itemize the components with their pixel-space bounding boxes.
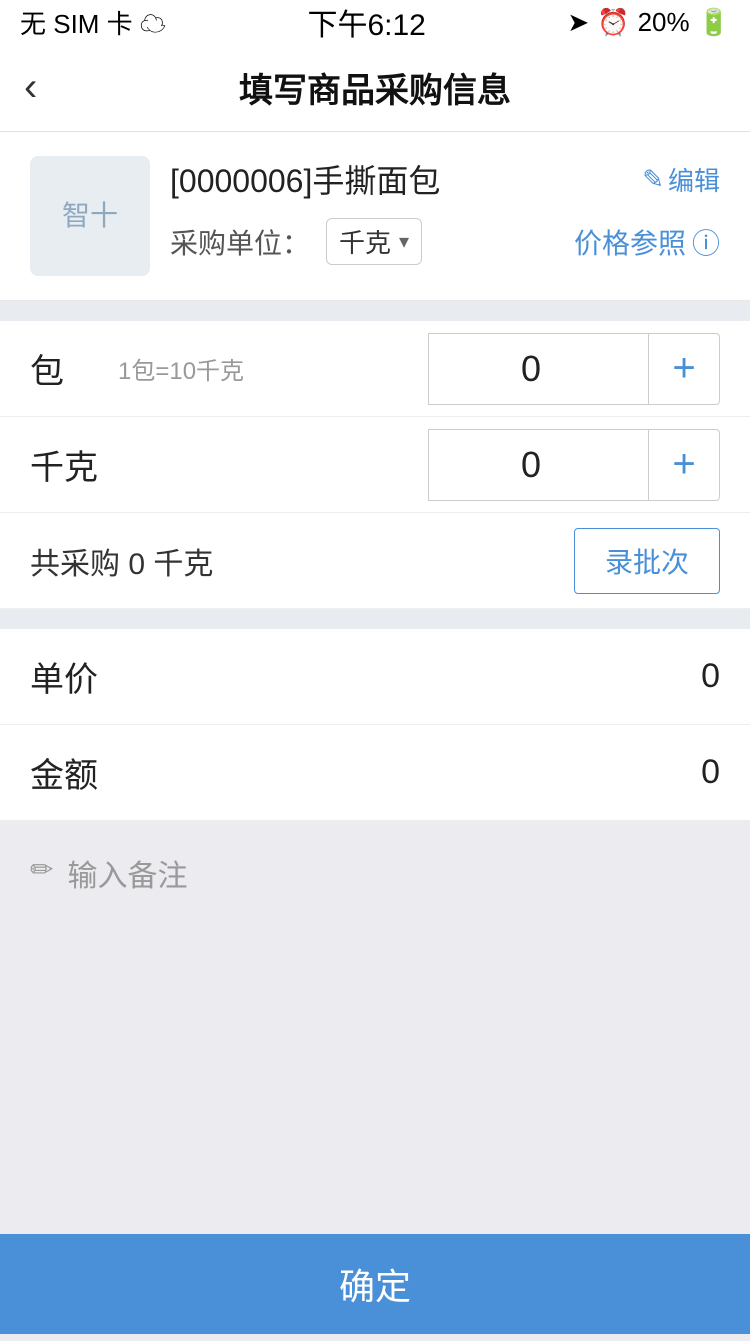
amount-row: 金额 0: [0, 725, 750, 821]
sim-status: 无 SIM 卡 ☁: [20, 4, 166, 41]
unit-row: 采购单位： 千克 ▾ 价格参照 ⓘ: [170, 218, 720, 265]
unit-value: 千克: [339, 223, 391, 260]
unit-price-label: 单价: [30, 652, 98, 701]
product-name: [0000006]手撕面包: [170, 156, 440, 202]
product-thumbnail: 智十: [30, 156, 150, 276]
back-button[interactable]: ‹: [24, 65, 37, 110]
bao-quantity-input[interactable]: [428, 333, 648, 405]
unit-label: 采购单位：: [170, 222, 310, 262]
kg-input-row: 千克 +: [0, 417, 750, 513]
bao-input-right: +: [428, 333, 720, 405]
price-ref-label: 价格参照: [574, 222, 686, 262]
status-time: 下午6:12: [307, 0, 425, 44]
page-title: 填写商品采购信息: [239, 63, 511, 112]
location-icon: ➤: [567, 7, 589, 38]
amount-value: 0: [701, 753, 720, 792]
confirm-button[interactable]: 确定: [0, 1234, 750, 1334]
status-bar: 无 SIM 卡 ☁ 下午6:12 ➤ ⏰ 20% 🔋: [0, 0, 750, 44]
edit-icon: ✎: [642, 164, 664, 195]
nav-bar: ‹ 填写商品采购信息: [0, 44, 750, 132]
product-card: 智十 [0000006]手撕面包 ✎ 编辑 采购单位： 千克 ▾ 价格参照 ⓘ: [0, 132, 750, 301]
summary-row: 共采购 0 千克 录批次: [0, 513, 750, 609]
price-ref-button[interactable]: 价格参照 ⓘ: [574, 222, 720, 262]
note-placeholder: 输入备注: [67, 851, 187, 895]
bao-plus-button[interactable]: +: [648, 333, 720, 405]
bao-sublabel: 1包=10千克: [118, 351, 244, 386]
pencil-icon: ✏: [30, 853, 53, 886]
product-logo: 智十: [62, 202, 118, 230]
unit-price-row: 单价 0: [0, 629, 750, 725]
alarm-icon: ⏰: [597, 7, 629, 38]
section-separator-2: [0, 609, 750, 629]
amount-label: 金额: [30, 748, 98, 797]
bao-input-row: 包 1包=10千克 +: [0, 321, 750, 417]
bao-label: 包: [30, 344, 110, 393]
product-info: [0000006]手撕面包 ✎ 编辑 采购单位： 千克 ▾ 价格参照 ⓘ: [170, 156, 720, 265]
edit-label: 编辑: [668, 161, 720, 198]
status-left: 无 SIM 卡 ☁: [20, 4, 166, 41]
bao-input-section: 包 1包=10千克 +: [0, 321, 750, 417]
kg-label: 千克: [30, 440, 110, 489]
battery-level: 20%: [638, 7, 690, 38]
summary-text: 共采购 0 千克: [30, 539, 213, 583]
kg-quantity-input[interactable]: [428, 429, 648, 501]
kg-plus-button[interactable]: +: [648, 429, 720, 501]
batch-button[interactable]: 录批次: [574, 528, 720, 594]
chevron-down-icon: ▾: [399, 229, 409, 254]
unit-select[interactable]: 千克 ▾: [326, 218, 422, 265]
battery-icon: 🔋: [698, 7, 730, 38]
section-separator-1: [0, 301, 750, 321]
kg-input-section: 千克 +: [0, 417, 750, 513]
edit-button[interactable]: ✎ 编辑: [642, 161, 720, 198]
status-right: ➤ ⏰ 20% 🔋: [567, 7, 730, 38]
price-section: 单价 0 金额 0: [0, 629, 750, 821]
unit-price-value: 0: [701, 657, 720, 696]
kg-input-right: +: [428, 429, 720, 501]
note-section[interactable]: ✏ 输入备注: [0, 821, 750, 941]
info-icon: ⓘ: [692, 222, 720, 262]
product-name-row: [0000006]手撕面包 ✎ 编辑: [170, 156, 720, 202]
